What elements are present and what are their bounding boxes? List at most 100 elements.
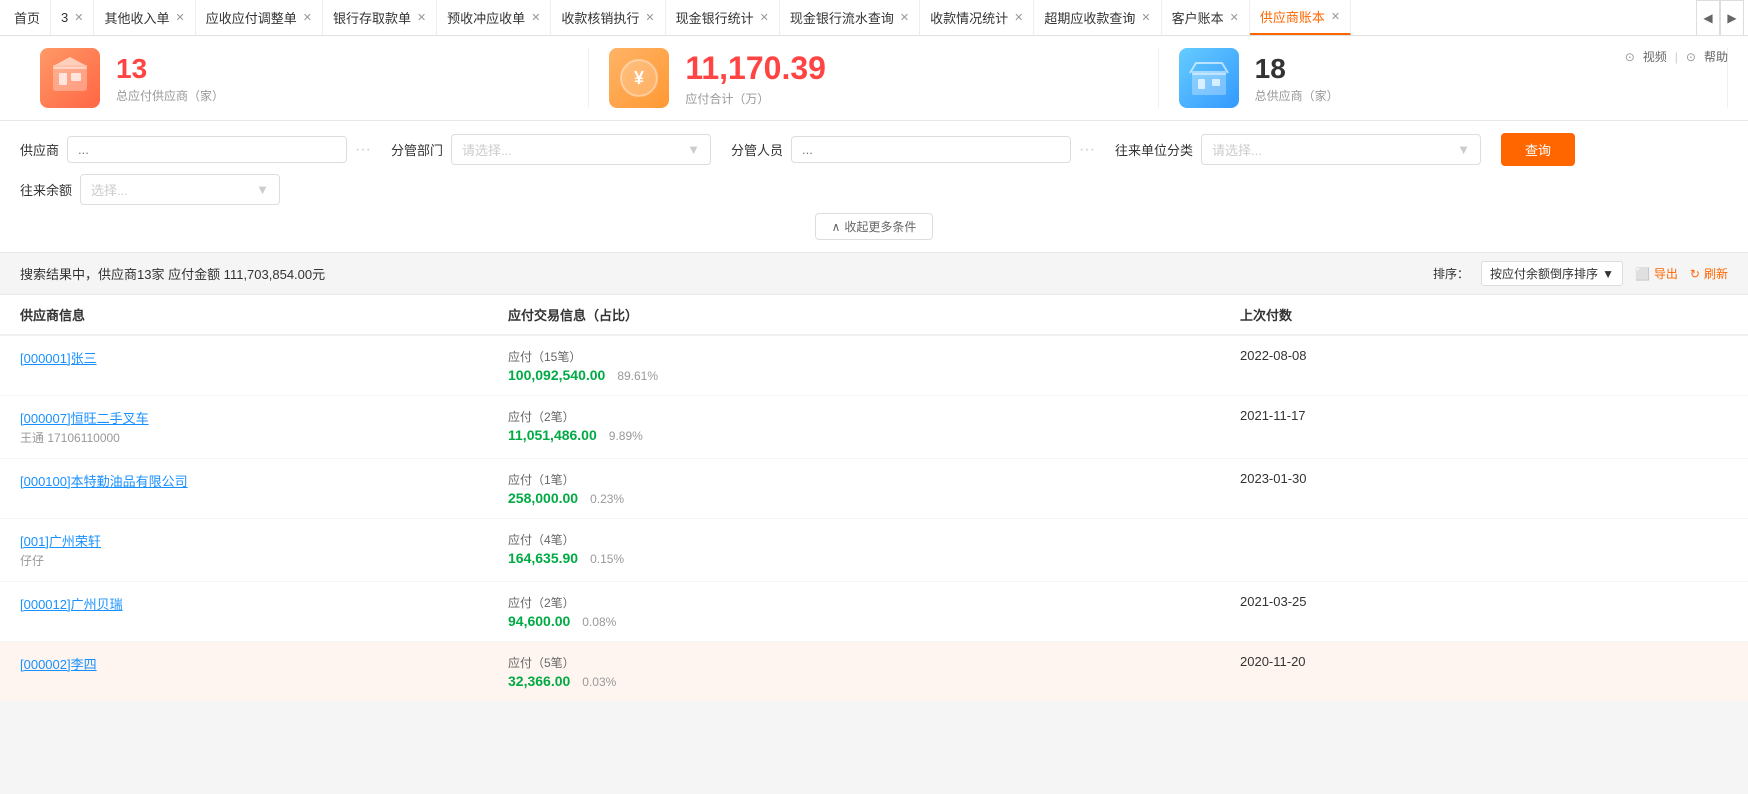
nav-collect-verify[interactable]: 收款核销执行 ✕ — [551, 0, 665, 35]
lastpay-cell — [1240, 531, 1728, 569]
stat-total-supplier-info: 18 总供应商（家） — [1255, 52, 1339, 105]
col-transaction-header: 应付交易信息（占比） — [508, 305, 1240, 324]
nav-bank-deposit[interactable]: 银行存取款单 ✕ — [323, 0, 437, 35]
transaction-row: 164,635.90 0.15% — [508, 548, 1240, 566]
table-row[interactable]: [000100]本特勤油品有限公司 应付（1笔） 258,000.00 0.23… — [0, 459, 1748, 519]
nav-collect-stat[interactable]: 收款情况统计 ✕ — [920, 0, 1034, 35]
nav-tab3[interactable]: 3 ✕ — [51, 0, 94, 35]
col-supplier-header: 供应商信息 — [20, 305, 508, 324]
amount-number: 11,170.39 — [685, 49, 826, 87]
supplier-name-link[interactable]: [000001]张三 — [20, 348, 508, 367]
category-select[interactable]: 请选择... ▼ — [1201, 134, 1481, 165]
transaction-row: 94,600.00 0.08% — [508, 611, 1240, 629]
chevron-down-icon4: ▼ — [1602, 267, 1614, 281]
last-pay-date: 2023-01-30 — [1240, 471, 1307, 486]
collapse-button[interactable]: ∧ 收起更多条件 — [815, 213, 934, 240]
close-icon[interactable]: ✕ — [175, 11, 184, 24]
stat-supplier-count: 13 总应付供应商（家） — [20, 48, 589, 108]
collapse-bar: ∧ 收起更多条件 — [20, 213, 1728, 240]
nav-supplier-book-label: 供应商账本 — [1260, 7, 1325, 26]
category-select-placeholder: 请选择... — [1212, 140, 1262, 159]
transaction-pct: 0.15% — [590, 552, 624, 566]
filter-area: 供应商 ··· 分管部门 请选择... ▼ 分管人员 ··· 往来单位分类 请选… — [0, 121, 1748, 253]
close-icon[interactable]: ✕ — [760, 11, 769, 24]
nav-prepay-ar[interactable]: 预收冲应收单 ✕ — [437, 0, 551, 35]
circle-icon: ⊙ — [1625, 50, 1635, 64]
nav-cash-bank-stat[interactable]: 现金银行统计 ✕ — [666, 0, 780, 35]
filter-person: 分管人员 ··· — [731, 136, 1095, 163]
amount-icon: ¥ — [609, 48, 669, 108]
nav-cash-bank-query[interactable]: 现金银行流水查询 ✕ — [780, 0, 920, 35]
export-icon: ⬜ — [1635, 267, 1650, 281]
top-right-links: ⊙ 视频 | ⊙ 帮助 — [1625, 48, 1728, 65]
help-link[interactable]: 帮助 — [1704, 48, 1728, 65]
table-row[interactable]: [000012]广州贝瑞 应付（2笔） 94,600.00 0.08% 2021… — [0, 582, 1748, 642]
sort-select[interactable]: 按应付余额倒序排序 ▼ — [1481, 261, 1623, 286]
video-link[interactable]: 视频 — [1643, 48, 1667, 65]
close-icon[interactable]: ✕ — [74, 11, 83, 24]
filter-dept: 分管部门 请选择... ▼ — [391, 134, 711, 165]
nav-other-income[interactable]: 其他收入单 ✕ — [94, 0, 195, 35]
supplier-input[interactable] — [67, 136, 347, 163]
dept-select[interactable]: 请选择... ▼ — [451, 134, 711, 165]
supplier-name-link[interactable]: [000012]广州贝瑞 — [20, 594, 508, 613]
nav-supplier-book[interactable]: 供应商账本 ✕ — [1250, 0, 1351, 35]
collapse-label: 收起更多条件 — [844, 218, 916, 235]
table-row[interactable]: [000002]李四 应付（5笔） 32,366.00 0.03% 2020-1… — [0, 642, 1748, 702]
close-icon[interactable]: ✕ — [417, 11, 426, 24]
refresh-label: 刷新 — [1704, 265, 1728, 282]
table-row[interactable]: [000001]张三 应付（15笔） 100,092,540.00 89.61%… — [0, 336, 1748, 396]
supplier-count-label: 总应付供应商（家） — [116, 87, 224, 104]
result-info: 搜索结果中，供应商13家 应付金额 111,703,854.00元 — [20, 264, 325, 283]
query-button[interactable]: 查询 — [1501, 133, 1575, 166]
nav-customer-book[interactable]: 客户账本 ✕ — [1162, 0, 1250, 35]
refresh-icon: ↻ — [1690, 267, 1700, 281]
export-button[interactable]: ⬜ 导出 — [1635, 265, 1678, 282]
lastpay-cell: 2022-08-08 — [1240, 348, 1728, 383]
nav-ar-adjust[interactable]: 应收应付调整单 ✕ — [196, 0, 323, 35]
person-input-dots: ··· — [1079, 141, 1095, 159]
transaction-pct: 89.61% — [617, 369, 658, 383]
nav-customer-book-label: 客户账本 — [1172, 8, 1224, 27]
close-icon[interactable]: ✕ — [1230, 11, 1239, 24]
last-pay-date: 2021-11-17 — [1240, 408, 1306, 423]
close-icon[interactable]: ✕ — [1014, 11, 1023, 24]
transaction-pct: 9.89% — [609, 429, 643, 443]
supplier-name-link[interactable]: [000002]李四 — [20, 654, 508, 673]
nav-next-arrow[interactable]: ▶ — [1720, 0, 1744, 36]
chevron-down-icon2: ▼ — [1457, 142, 1470, 157]
filter-balance: 往来余额 选择... ▼ — [20, 174, 280, 205]
amount-label: 应付合计（万） — [685, 90, 826, 107]
transaction-cell: 应付（2笔） 11,051,486.00 9.89% — [508, 408, 1240, 446]
nav-arrows: ◀ ▶ — [1696, 0, 1744, 36]
close-icon[interactable]: ✕ — [1331, 10, 1340, 23]
nav-prev-arrow[interactable]: ◀ — [1696, 0, 1720, 36]
transaction-cell: 应付（2笔） 94,600.00 0.08% — [508, 594, 1240, 629]
nav-overdue-ar[interactable]: 超期应收款查询 ✕ — [1034, 0, 1161, 35]
transaction-pct: 0.23% — [590, 492, 624, 506]
close-icon[interactable]: ✕ — [645, 11, 654, 24]
nav-home[interactable]: 首页 — [4, 0, 51, 35]
balance-select[interactable]: 选择... ▼ — [80, 174, 280, 205]
table-row[interactable]: [000007]恒旺二手叉车 王通 17106110000 应付（2笔） 11,… — [0, 396, 1748, 459]
nav-bank-deposit-label: 银行存取款单 — [333, 8, 411, 27]
transaction-row: 32,366.00 0.03% — [508, 671, 1240, 689]
supplier-icon-svg — [45, 53, 95, 103]
close-icon[interactable]: ✕ — [1141, 11, 1150, 24]
transaction-amount: 11,051,486.00 — [508, 427, 597, 443]
close-icon[interactable]: ✕ — [900, 11, 909, 24]
supplier-name-link[interactable]: [000007]恒旺二手叉车 — [20, 408, 508, 427]
supplier-cell: [000012]广州贝瑞 — [20, 594, 508, 629]
supplier-name-link[interactable]: [000100]本特勤油品有限公司 — [20, 471, 508, 490]
col-lastpay-header: 上次付数 — [1240, 305, 1728, 324]
result-actions: 排序： 按应付余额倒序排序 ▼ ⬜ 导出 ↻ 刷新 — [1433, 261, 1728, 286]
close-icon[interactable]: ✕ — [303, 11, 312, 24]
supplier-name-link[interactable]: [001]广州荣轩 — [20, 531, 508, 550]
last-pay-date: 2021-03-25 — [1240, 594, 1307, 609]
lastpay-cell: 2020-11-20 — [1240, 654, 1728, 689]
store-icon — [1179, 48, 1239, 108]
close-icon[interactable]: ✕ — [531, 11, 540, 24]
refresh-button[interactable]: ↻ 刷新 — [1690, 265, 1728, 282]
table-row[interactable]: [001]广州荣轩 仔仔 应付（4笔） 164,635.90 0.15% — [0, 519, 1748, 582]
person-input[interactable] — [791, 136, 1071, 163]
